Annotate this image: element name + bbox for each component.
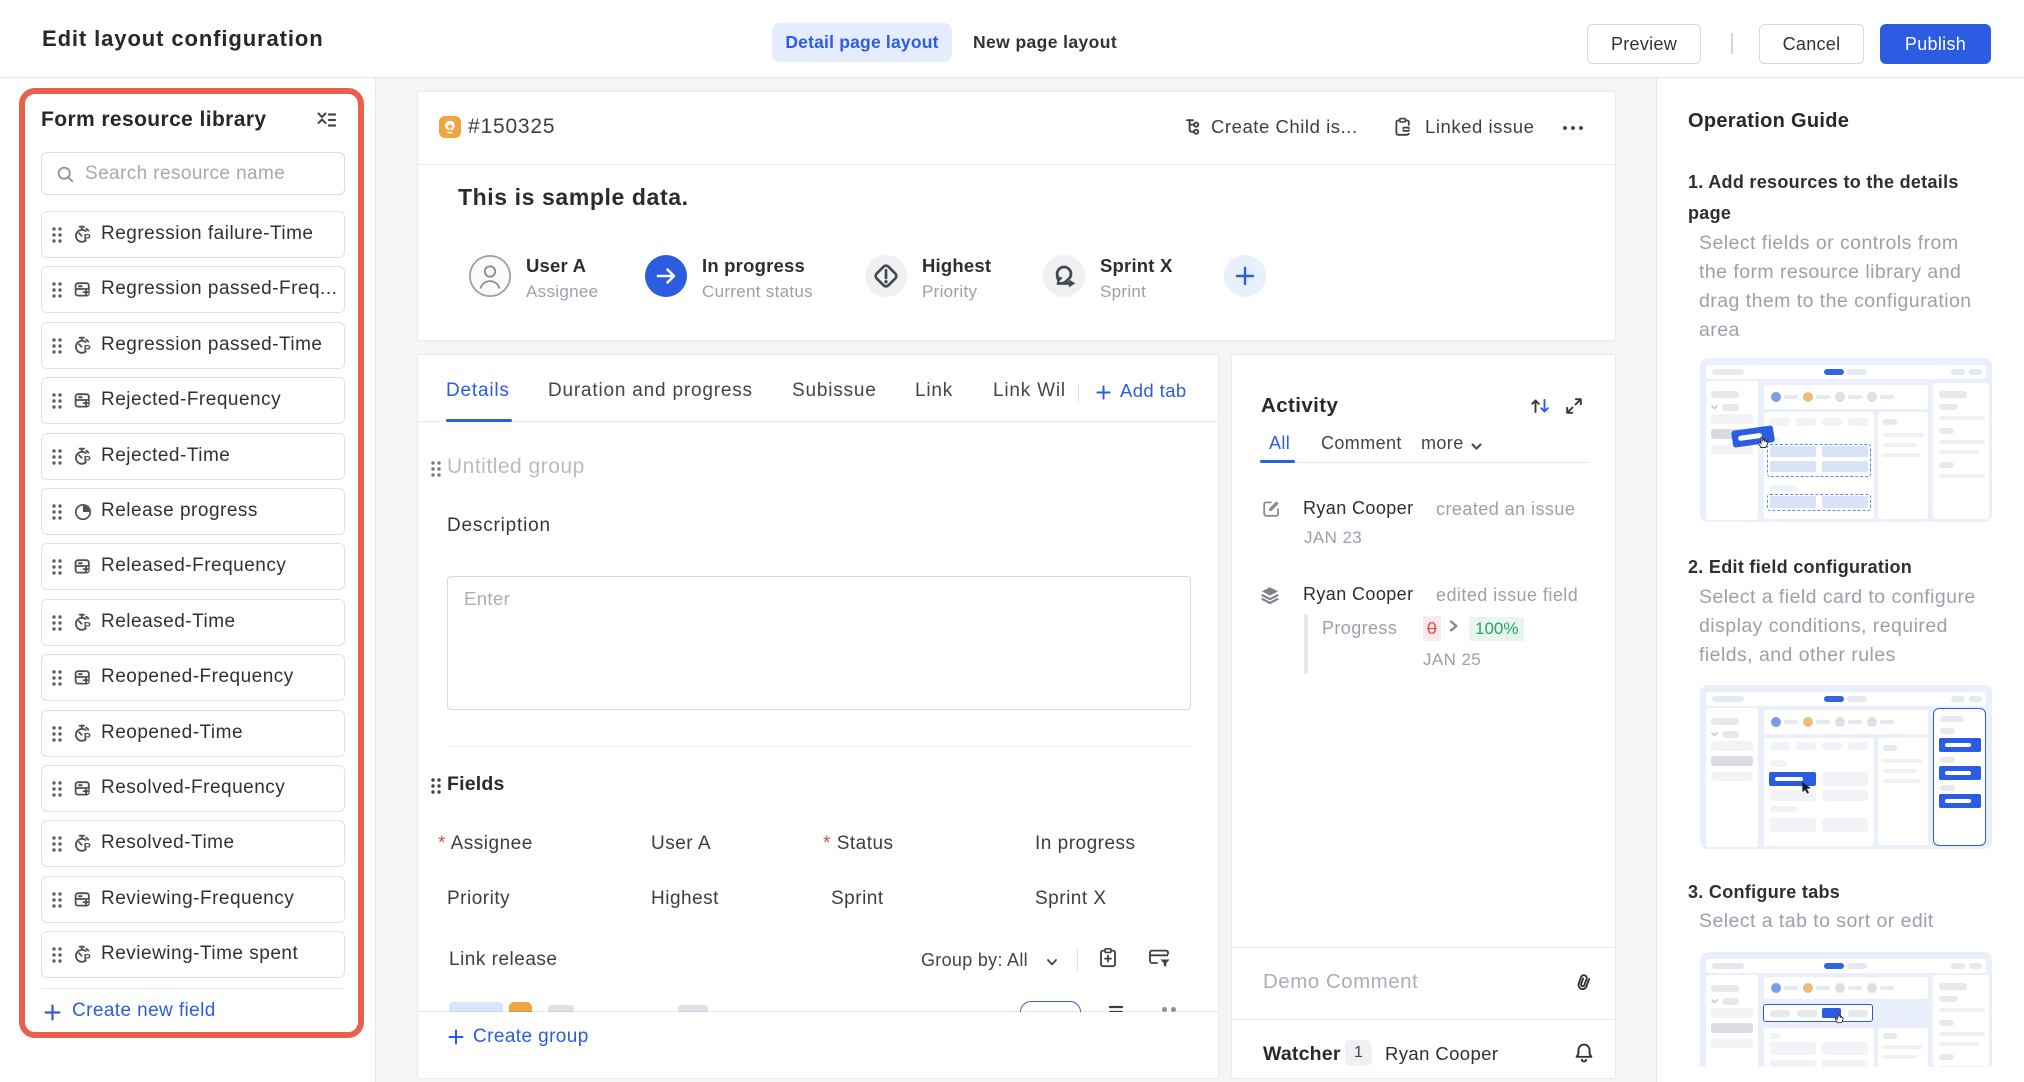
svg-text:P: P [84,952,91,964]
svg-text:P: P [84,841,91,853]
svg-text:P: P [84,454,91,466]
svg-text:P: P [84,232,91,244]
svg-text:P: P [84,343,91,355]
svg-text:P: P [84,620,91,632]
svg-text:P: P [84,731,91,743]
